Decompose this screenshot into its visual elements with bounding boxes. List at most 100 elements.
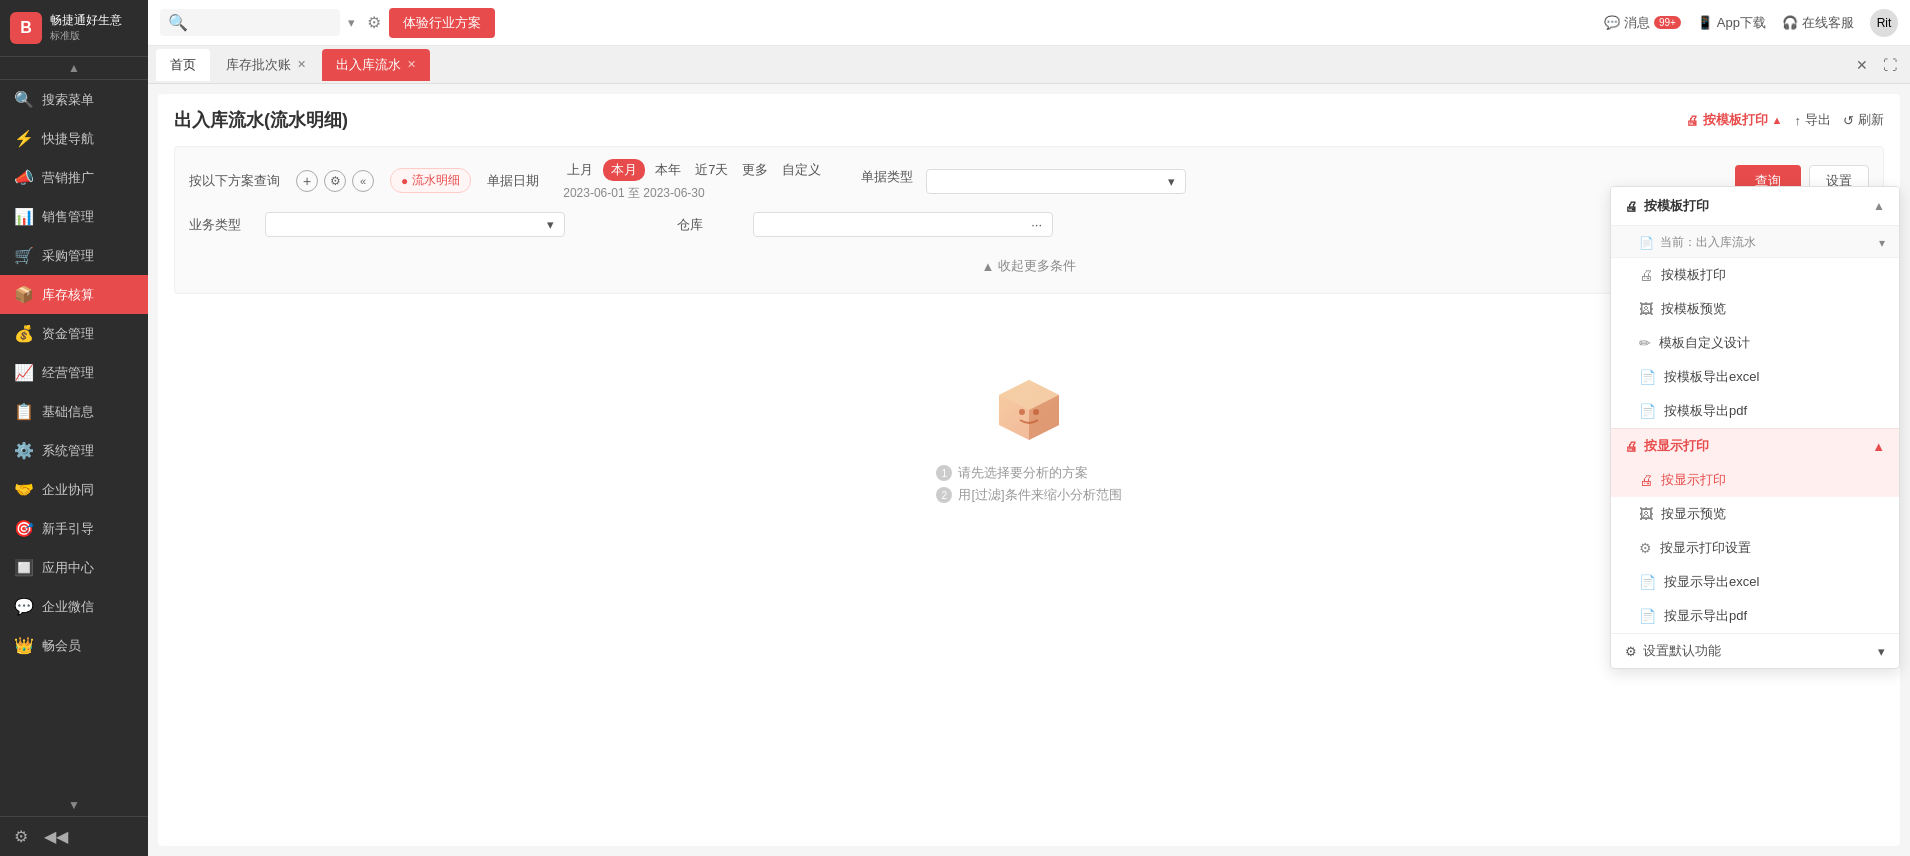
dropdown-footer-default[interactable]: ⚙ 设置默认功能 ▾ — [1611, 633, 1899, 668]
display-section-collapse-icon: ▲ — [1872, 439, 1885, 454]
sidebar-item-guide[interactable]: 🎯 新手引导 — [0, 509, 148, 548]
sidebar-item-appcenter[interactable]: 🔲 应用中心 — [0, 548, 148, 587]
tab-batch[interactable]: 库存批次账 ✕ — [212, 49, 320, 81]
sidebar-item-sales[interactable]: 📊 销售管理 — [0, 197, 148, 236]
app-version: 标准版 — [50, 29, 122, 43]
sidebar-item-operation[interactable]: 📈 经营管理 — [0, 353, 148, 392]
dropdown-item-template-preview[interactable]: 🖼 按模板预览 — [1611, 292, 1899, 326]
display-excel-label: 按显示导出excel — [1664, 573, 1759, 591]
messages-button[interactable]: 💬 消息 99+ — [1604, 14, 1681, 32]
date-more[interactable]: 更多 — [738, 159, 772, 181]
dropdown-item-display-settings[interactable]: ⚙ 按显示打印设置 — [1611, 531, 1899, 565]
tab-batch-close-icon[interactable]: ✕ — [297, 58, 306, 71]
sidebar-item-label: 新手引导 — [42, 520, 94, 538]
sidebar-item-collab[interactable]: 🤝 企业协同 — [0, 470, 148, 509]
export-label: 导出 — [1805, 111, 1831, 129]
template-excel-label: 按模板导出excel — [1664, 368, 1759, 386]
filter-add-button[interactable]: + — [296, 170, 318, 192]
tab-close-all-button[interactable]: ✕ — [1850, 53, 1874, 77]
filter-settings-button[interactable]: ⚙ — [324, 170, 346, 192]
date-custom[interactable]: 自定义 — [778, 159, 825, 181]
filter-collapse-button[interactable]: « — [352, 170, 374, 192]
sidebar-item-marketing[interactable]: 📣 营销推广 — [0, 158, 148, 197]
empty-icon-container — [984, 360, 1074, 450]
export-button[interactable]: ↑ 导出 — [1795, 111, 1832, 129]
printer-icon: 🖨 — [1625, 199, 1638, 214]
collapse-icon[interactable]: ◀◀ — [44, 827, 68, 846]
dropdown-arrow-icon[interactable]: ▾ — [348, 15, 355, 30]
customer-service-button[interactable]: 🎧 在线客服 — [1782, 14, 1854, 32]
print-dropdown-panel: 🖨 按模板打印 ▲ 📄 当前：出入库流水 ▾ 🖨 按模板打印 — [1610, 186, 1900, 669]
topbar-search-box[interactable]: 🔍 — [160, 9, 340, 36]
dropdown-item-display-excel[interactable]: 📄 按显示导出excel — [1611, 565, 1899, 599]
display-section-title: 🖨 按显示打印 — [1625, 437, 1709, 455]
user-avatar[interactable]: Rit — [1870, 9, 1898, 37]
tab-home[interactable]: 首页 — [156, 49, 210, 81]
appcenter-icon: 🔲 — [14, 558, 34, 577]
search-input[interactable] — [194, 15, 324, 30]
dropdown-item-display-print[interactable]: 🖨 按显示打印 — [1611, 463, 1899, 497]
shortcut-icon: ⚡ — [14, 129, 34, 148]
app-download-button[interactable]: 📱 App下载 — [1697, 14, 1766, 32]
warehouse-select[interactable]: ··· — [753, 212, 1053, 237]
dropdown-item-display-preview[interactable]: 🖼 按显示预览 — [1611, 497, 1899, 531]
tip-num-2: 2 — [936, 487, 952, 503]
sidebar-item-wechat[interactable]: 💬 企业微信 — [0, 587, 148, 626]
sidebar-item-inventory[interactable]: 📦 库存核算 — [0, 275, 148, 314]
template-pdf-label: 按模板导出pdf — [1664, 402, 1747, 420]
tab-right-actions: ✕ ⛶ — [1850, 53, 1902, 77]
business-type-select[interactable]: ▾ — [265, 212, 565, 237]
filter-tag-icon: ● — [401, 174, 408, 188]
operation-icon: 📈 — [14, 363, 34, 382]
chevron-up-icon: ▲ — [982, 259, 995, 274]
doc-type-select[interactable]: ▾ — [926, 169, 1186, 194]
settings-gear-icon[interactable]: ⚙ — [367, 13, 381, 32]
display-print-label: 按显示打印 — [1661, 471, 1726, 489]
dropdown-display-section-header[interactable]: 🖨 按显示打印 ▲ — [1611, 428, 1899, 463]
sidebar-item-basic[interactable]: 📋 基础信息 — [0, 392, 148, 431]
scroll-up-button[interactable]: ▲ — [0, 57, 148, 80]
preview-icon: 🖼 — [1639, 301, 1653, 317]
dropdown-collapse-button[interactable]: ▲ — [1873, 199, 1885, 213]
filter-tag-waterflow[interactable]: ● 流水明细 — [390, 168, 471, 193]
scroll-down-button[interactable]: ▼ — [0, 794, 148, 816]
date-7days[interactable]: 近7天 — [691, 159, 732, 181]
sidebar-item-member[interactable]: 👑 畅会员 — [0, 626, 148, 665]
refresh-button[interactable]: ↺ 刷新 — [1843, 111, 1884, 129]
footer-content: ⚙ 设置默认功能 — [1625, 642, 1721, 660]
tab-flow-close-icon[interactable]: ✕ — [407, 58, 416, 71]
inventory-icon: 📦 — [14, 285, 34, 304]
dropdown-item-template-print[interactable]: 🖨 按模板打印 — [1611, 258, 1899, 292]
dropdown-item-template-pdf[interactable]: 📄 按模板导出pdf — [1611, 394, 1899, 428]
sidebar-item-purchase[interactable]: 🛒 采购管理 — [0, 236, 148, 275]
svg-point-4 — [1033, 409, 1039, 415]
sidebar-bottom: ⚙ ◀◀ — [0, 816, 148, 856]
system-icon: ⚙️ — [14, 441, 34, 460]
sidebar: B 畅捷通好生意 标准版 ▲ 🔍 搜索菜单 ⚡ 快捷导航 📣 营销推广 📊 销售… — [0, 0, 148, 856]
sidebar-item-finance[interactable]: 💰 资金管理 — [0, 314, 148, 353]
dropdown-item-template-design[interactable]: ✏ 模板自定义设计 — [1611, 326, 1899, 360]
messages-badge: 99+ — [1654, 16, 1681, 29]
print-template-button[interactable]: 🖨 按模板打印 ▲ — [1686, 111, 1783, 129]
settings-icon[interactable]: ⚙ — [14, 827, 28, 846]
date-this-month[interactable]: 本月 — [603, 159, 645, 181]
svg-point-3 — [1019, 409, 1025, 415]
dropdown-item-template-excel[interactable]: 📄 按模板导出excel — [1611, 360, 1899, 394]
tab-flow-label: 出入库流水 — [336, 56, 401, 74]
sidebar-item-shortcut[interactable]: ⚡ 快捷导航 — [0, 119, 148, 158]
sidebar-item-search[interactable]: 🔍 搜索菜单 — [0, 80, 148, 119]
dropdown-item-display-pdf[interactable]: 📄 按显示导出pdf — [1611, 599, 1899, 633]
display-preview-label: 按显示预览 — [1661, 505, 1726, 523]
date-last-month[interactable]: 上月 — [563, 159, 597, 181]
headset-icon: 🎧 — [1782, 15, 1798, 30]
date-this-year[interactable]: 本年 — [651, 159, 685, 181]
industry-solution-button[interactable]: 体验行业方案 — [389, 8, 495, 38]
fold-conditions-button[interactable]: ▲ 收起更多条件 — [970, 251, 1089, 281]
doc-type-area: 单据类型 ▾ — [861, 167, 1719, 194]
date-filter-label: 单据日期 — [487, 172, 547, 190]
tab-flow[interactable]: 出入库流水 ✕ — [322, 49, 430, 81]
sidebar-item-system[interactable]: ⚙️ 系统管理 — [0, 431, 148, 470]
empty-illustration — [984, 360, 1074, 450]
current-dropdown-arrow[interactable]: ▾ — [1879, 236, 1885, 250]
tab-expand-button[interactable]: ⛶ — [1878, 53, 1902, 77]
